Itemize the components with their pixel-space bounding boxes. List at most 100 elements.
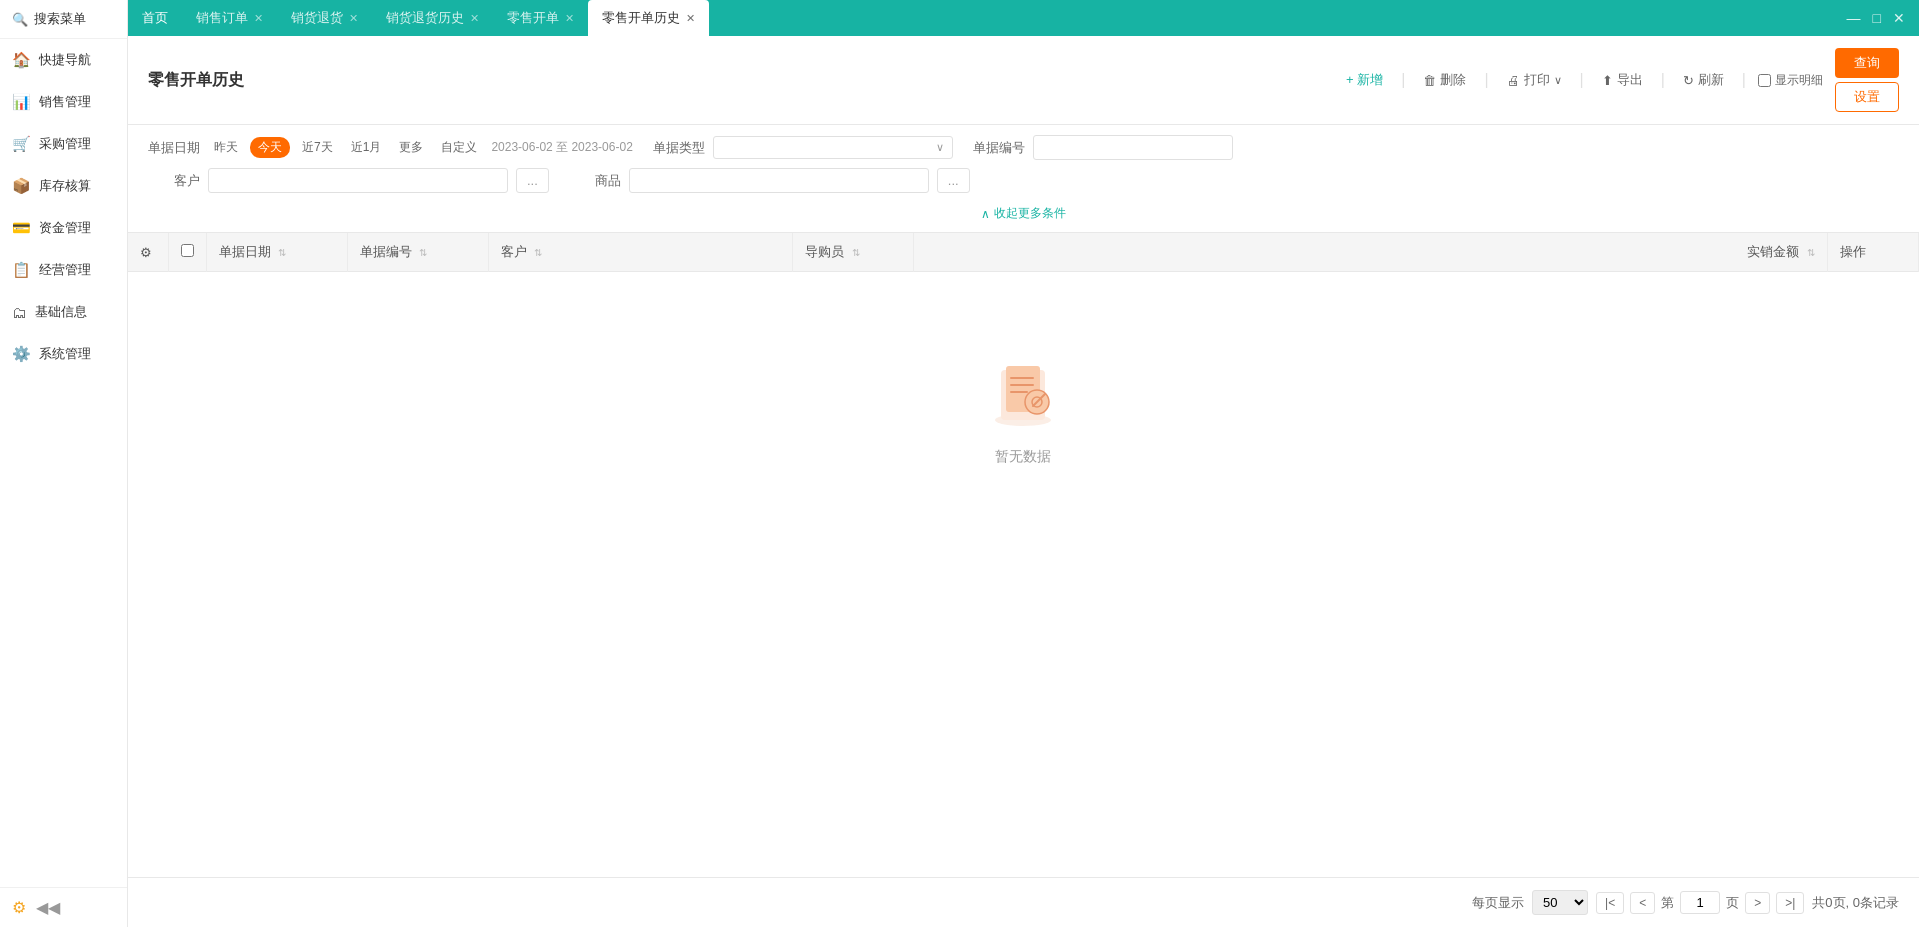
sidebar-item-sys-mgmt[interactable]: ⚙️ 系统管理 [0,333,127,375]
sidebar-item-label: 资金管理 [39,219,91,237]
sidebar-item-sales-mgmt[interactable]: 📊 销售管理 [0,81,127,123]
sidebar-search[interactable]: 🔍 搜索菜单 [0,0,127,39]
th-action: 操作 [1827,233,1918,272]
page-prefix: 第 [1661,894,1674,912]
box-icon: 📦 [12,177,31,195]
goods-picker-button[interactable]: ... [937,168,970,193]
print-label: 打印 [1524,71,1550,89]
th-number[interactable]: 单据编号 ⇅ [347,233,488,272]
th-customer[interactable]: 客户 ⇅ [488,233,792,272]
sidebar-item-purchase-mgmt[interactable]: 🛒 采购管理 [0,123,127,165]
window-close-btn[interactable]: ✕ [1889,8,1909,28]
sidebar-item-label: 基础信息 [35,303,87,321]
refresh-button[interactable]: ↻ 刷新 [1677,67,1730,93]
sep2: | [1484,71,1488,89]
th-date[interactable]: 单据日期 ⇅ [206,233,347,272]
customer-picker-button[interactable]: ... [516,168,549,193]
sidebar-item-ops-mgmt[interactable]: 📋 经营管理 [0,249,127,291]
search-icon: 🔍 [12,12,28,27]
ops-icon: 📋 [12,261,31,279]
th-checkbox[interactable] [168,233,206,272]
tab-sales-return[interactable]: 销货退货 ✕ [277,0,372,36]
th-guide-label: 导购员 [805,244,844,259]
date-yesterday[interactable]: 昨天 [208,137,244,158]
tabs-window-controls: — □ ✕ [1843,8,1919,28]
type-select[interactable]: ∨ [713,136,953,159]
collapse-row[interactable]: ∧ 收起更多条件 [148,201,1899,224]
sort-guide-icon: ⇅ [852,247,860,258]
tab-retail-history-close[interactable]: ✕ [686,12,695,25]
customer-label: 客户 [148,172,200,190]
sidebar-item-finance[interactable]: 💳 资金管理 [0,207,127,249]
per-page-select[interactable]: 50 10 20 100 [1532,890,1588,915]
th-customer-label: 客户 [501,244,527,259]
th-guide[interactable]: 导购员 ⇅ [792,233,913,272]
sidebar-item-label: 销售管理 [39,93,91,111]
search-field-number: 单据编号 [973,135,1233,160]
main-content: 首页 销售订单 ✕ 销货退货 ✕ 销货退货历史 ✕ 零售开单 ✕ 零售开单历史 … [128,0,1919,927]
tab-sales-return-history-label: 销货退货历史 [386,9,464,27]
tab-home[interactable]: 首页 [128,0,182,36]
sidebar-item-basic-info[interactable]: 🗂 基础信息 [0,291,127,333]
page-suffix: 页 [1726,894,1739,912]
tab-sales-return-history-close[interactable]: ✕ [470,12,479,25]
gear-icon: ⚙️ [12,345,31,363]
sort-amount-icon: ⇅ [1807,247,1815,258]
date-group: 昨天 今天 近7天 近1月 更多 自定义 [208,137,483,158]
date-7days[interactable]: 近7天 [296,137,339,158]
sidebar-item-quick-nav[interactable]: 🏠 快捷导航 [0,39,127,81]
tab-sales-return-close[interactable]: ✕ [349,12,358,25]
date-custom[interactable]: 自定义 [435,137,483,158]
page-input[interactable] [1680,891,1720,914]
table-header-row: ⚙ 单据日期 ⇅ 单据编号 ⇅ 客户 ⇅ [128,233,1919,272]
th-amount[interactable]: 实销金额 ⇅ [914,233,1827,272]
tab-home-label: 首页 [142,9,168,27]
sidebar-item-inventory[interactable]: 📦 库存核算 [0,165,127,207]
date-more[interactable]: 更多 [393,137,429,158]
tab-sales-order-label: 销售订单 [196,9,248,27]
delete-button[interactable]: 🗑 删除 [1417,67,1472,93]
tab-sales-return-history[interactable]: 销货退货历史 ✕ [372,0,493,36]
tab-sales-order[interactable]: 销售订单 ✕ [182,0,277,36]
sep5: | [1742,71,1746,89]
query-button[interactable]: 查询 [1835,48,1899,78]
goods-label: 商品 [569,172,621,190]
settings-icon[interactable]: ⚙ [12,898,26,917]
export-label: 导出 [1617,71,1643,89]
chart-icon: 📊 [12,93,31,111]
sidebar-bottom: ⚙ ◀◀ [0,887,127,927]
show-detail-checkbox[interactable] [1758,74,1771,87]
date-1month[interactable]: 近1月 [345,137,388,158]
tab-sales-order-close[interactable]: ✕ [254,12,263,25]
number-label: 单据编号 [973,139,1025,157]
sidebar: 🔍 搜索菜单 🏠 快捷导航 📊 销售管理 🛒 采购管理 📦 库存核算 💳 资金管… [0,0,128,927]
print-button[interactable]: 🖨 打印 ∨ [1501,67,1568,93]
customer-input[interactable] [208,168,508,193]
tab-retail-open-close[interactable]: ✕ [565,12,574,25]
date-today[interactable]: 今天 [250,137,290,158]
collapse-icon[interactable]: ◀◀ [36,898,60,917]
goods-input[interactable] [629,168,929,193]
prev-page-button[interactable]: < [1630,892,1655,914]
show-detail-checkbox-label[interactable]: 显示明细 [1758,72,1823,89]
next-page-button[interactable]: > [1745,892,1770,914]
tabs-bar: 首页 销售订单 ✕ 销货退货 ✕ 销货退货历史 ✕ 零售开单 ✕ 零售开单历史 … [128,0,1919,36]
select-all-checkbox[interactable] [181,244,194,257]
th-action-label: 操作 [1840,244,1866,259]
last-page-button[interactable]: >| [1776,892,1804,914]
cart-icon: 🛒 [12,135,31,153]
window-minimize-btn[interactable]: — [1843,8,1865,28]
empty-icon [983,352,1063,432]
add-button[interactable]: + 新增 [1340,67,1389,93]
export-button[interactable]: ⬆ 导出 [1596,67,1649,93]
th-settings[interactable]: ⚙ [128,233,168,272]
tab-retail-history[interactable]: 零售开单历史 ✕ [588,0,709,36]
number-input[interactable] [1033,135,1233,160]
first-page-button[interactable]: |< [1596,892,1624,914]
tab-retail-open[interactable]: 零售开单 ✕ [493,0,588,36]
column-settings-icon[interactable]: ⚙ [140,245,152,260]
date-label: 单据日期 [148,139,200,157]
refresh-icon: ↻ [1683,73,1694,88]
settings-button[interactable]: 设置 [1835,82,1899,112]
window-restore-btn[interactable]: □ [1869,8,1885,28]
